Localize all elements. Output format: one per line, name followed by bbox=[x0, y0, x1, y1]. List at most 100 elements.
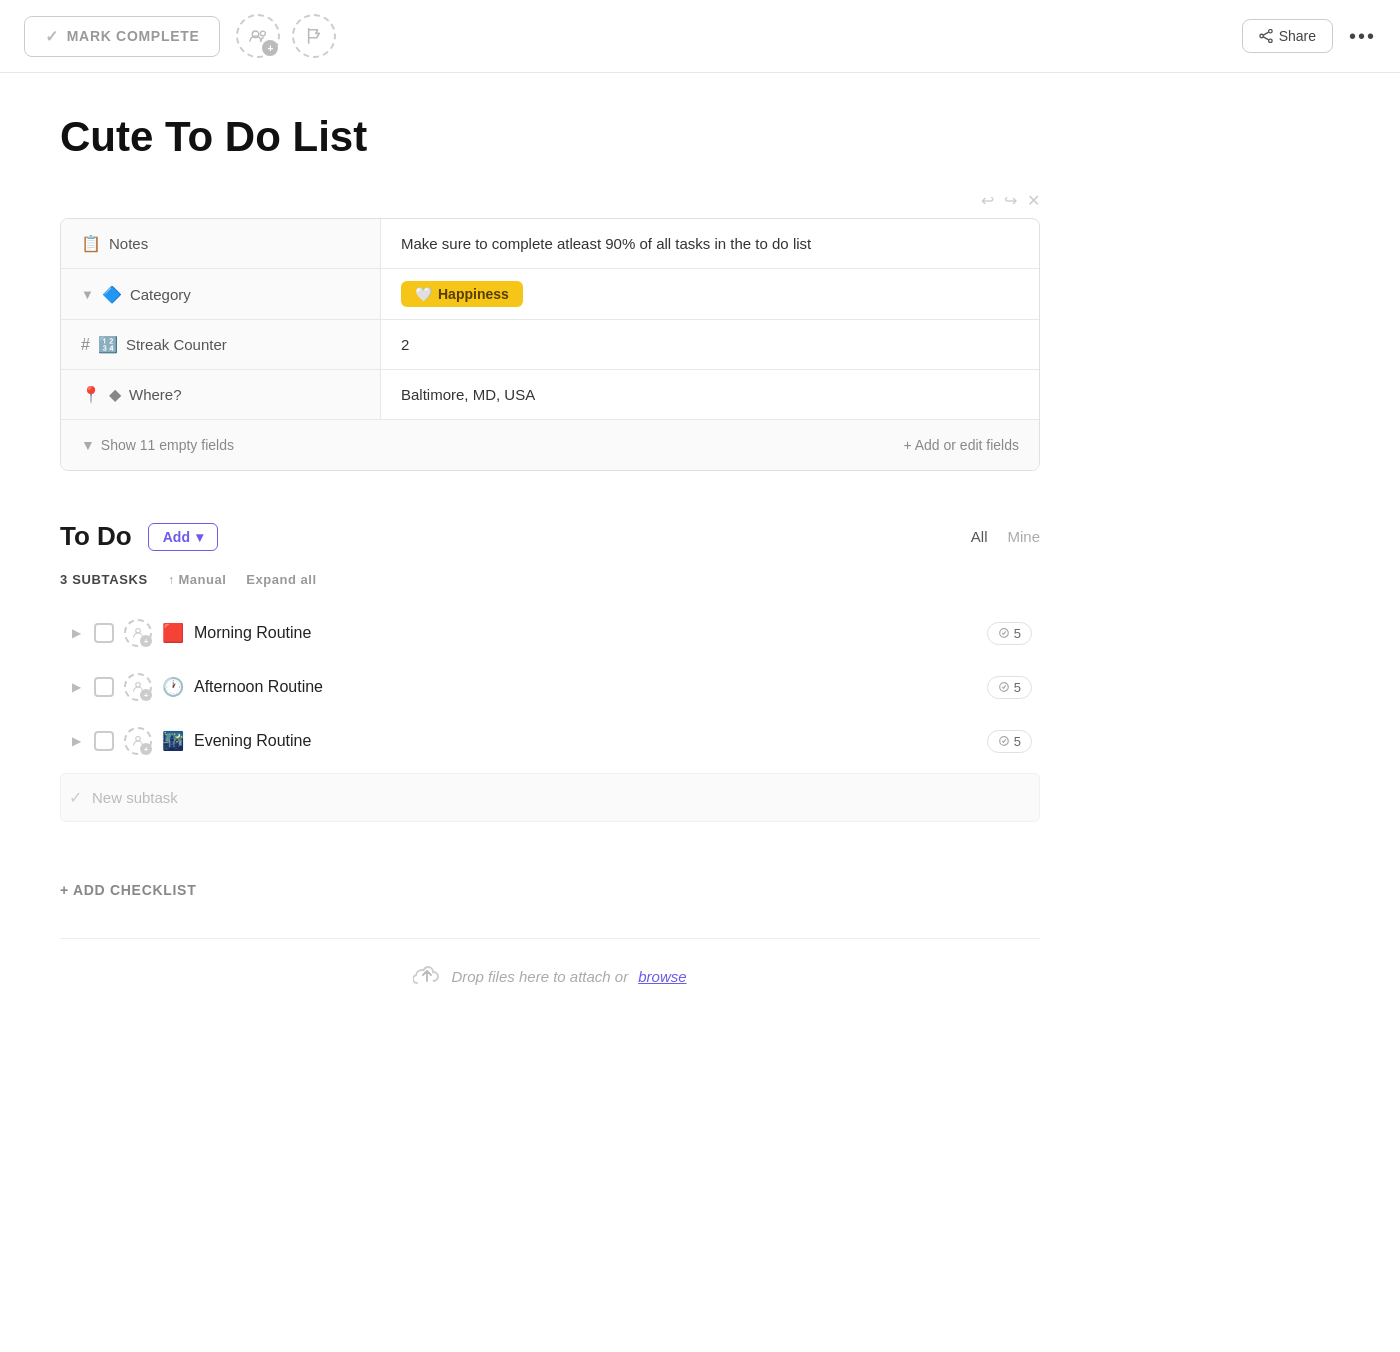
toolbar-right: Share ••• bbox=[1242, 19, 1376, 53]
streak-value[interactable]: 2 bbox=[381, 320, 1039, 369]
share-button[interactable]: Share bbox=[1242, 19, 1333, 53]
fields-table: 📋 Notes Make sure to complete atleast 90… bbox=[60, 218, 1040, 471]
expand-arrow-icon: ▶ bbox=[68, 680, 84, 694]
category-row: ▼ 🔷 Category 🤍 Happiness bbox=[61, 269, 1039, 320]
subtask-item[interactable]: ▶ + 🟥 Morning Routine 5 bbox=[60, 607, 1040, 659]
notes-icon: 📋 bbox=[81, 234, 101, 253]
subtask-icon bbox=[998, 681, 1010, 693]
subtask-emoji: 🌃 bbox=[162, 730, 184, 752]
subtask-name: Afternoon Routine bbox=[194, 678, 977, 696]
plus-icon: + bbox=[140, 689, 152, 701]
subtask-name: Morning Routine bbox=[194, 624, 977, 642]
expand-arrow-icon: ▶ bbox=[68, 734, 84, 748]
field-controls: ↩ ↪ ✕ bbox=[60, 191, 1040, 210]
show-empty-button[interactable]: ▼ Show 11 empty fields bbox=[81, 437, 234, 453]
svg-point-7 bbox=[136, 683, 141, 688]
subtask-badge: 5 bbox=[987, 676, 1032, 699]
subtasks-meta: 3 SUBTASKS ↑ Manual Expand all bbox=[60, 572, 1040, 587]
add-assignee-button[interactable]: + bbox=[236, 14, 280, 58]
notes-row: 📋 Notes Make sure to complete atleast 90… bbox=[61, 219, 1039, 269]
expand-all-button[interactable]: Expand all bbox=[246, 572, 316, 587]
subtask-item[interactable]: ▶ + 🕐 Afternoon Routine 5 bbox=[60, 661, 1040, 713]
svg-point-1 bbox=[261, 31, 266, 36]
toolbar: ✓ MARK COMPLETE + Share bbox=[0, 0, 1400, 73]
plus-icon: + bbox=[140, 635, 152, 647]
svg-point-2 bbox=[1268, 29, 1272, 33]
badge-text: Happiness bbox=[438, 286, 509, 302]
manual-sort-button[interactable]: ↑ Manual bbox=[168, 572, 226, 587]
filter-mine-button[interactable]: Mine bbox=[1007, 528, 1040, 545]
category-label: ▼ 🔷 Category bbox=[61, 269, 381, 319]
badge-emoji: 🤍 bbox=[415, 286, 432, 302]
happiness-badge: 🤍 Happiness bbox=[401, 281, 523, 307]
add-button[interactable]: Add ▾ bbox=[148, 523, 218, 551]
close-icon[interactable]: ✕ bbox=[1027, 191, 1040, 210]
subtask-item[interactable]: ▶ + 🌃 Evening Routine 5 bbox=[60, 715, 1040, 767]
todo-filters: All Mine bbox=[971, 528, 1040, 545]
plus-icon: + bbox=[140, 743, 152, 755]
more-options-button[interactable]: ••• bbox=[1349, 25, 1376, 48]
subtask-count: 5 bbox=[1014, 734, 1021, 749]
streak-label: # 🔢 Streak Counter bbox=[61, 320, 381, 369]
where-row: 📍 ◆ Where? Baltimore, MD, USA bbox=[61, 370, 1039, 420]
diamond-icon: ◆ bbox=[109, 385, 121, 404]
streak-row: # 🔢 Streak Counter 2 bbox=[61, 320, 1039, 370]
category-value[interactable]: 🤍 Happiness bbox=[381, 269, 1039, 319]
add-edit-fields-button[interactable]: + Add or edit fields bbox=[903, 437, 1019, 453]
add-checklist-button[interactable]: + ADD CHECKLIST bbox=[60, 862, 1040, 918]
mark-complete-button[interactable]: ✓ MARK COMPLETE bbox=[24, 16, 220, 57]
flag-button[interactable] bbox=[292, 14, 336, 58]
subtask-name: Evening Routine bbox=[194, 732, 977, 750]
assignee-icon[interactable]: + bbox=[124, 727, 152, 755]
dropdown-icon: ▼ bbox=[81, 287, 94, 302]
streak-icon: 🔢 bbox=[98, 335, 118, 354]
expand-arrow-icon: ▶ bbox=[68, 626, 84, 640]
share-icon bbox=[1259, 29, 1273, 43]
notes-label: 📋 Notes bbox=[61, 219, 381, 268]
svg-point-5 bbox=[136, 629, 141, 634]
undo-icon[interactable]: ↩ bbox=[981, 191, 994, 210]
todo-section: To Do Add ▾ All Mine 3 SUBTASKS ↑ Manual… bbox=[60, 521, 1040, 822]
subtask-checkbox[interactable] bbox=[94, 731, 114, 751]
subtask-checkbox[interactable] bbox=[94, 677, 114, 697]
assignee-icon[interactable]: + bbox=[124, 619, 152, 647]
subtask-checkbox[interactable] bbox=[94, 623, 114, 643]
location-icon: 📍 bbox=[81, 385, 101, 404]
subtask-emoji: 🕐 bbox=[162, 676, 184, 698]
subtask-icon bbox=[998, 735, 1010, 747]
browse-link[interactable]: browse bbox=[638, 968, 686, 985]
subtask-icon bbox=[998, 627, 1010, 639]
svg-point-4 bbox=[1260, 34, 1264, 38]
where-label: 📍 ◆ Where? bbox=[61, 370, 381, 419]
redo-icon[interactable]: ↪ bbox=[1004, 191, 1017, 210]
notes-value[interactable]: Make sure to complete atleast 90% of all… bbox=[381, 219, 1039, 268]
filter-all-button[interactable]: All bbox=[971, 528, 988, 545]
checkmark-icon: ✓ bbox=[45, 27, 59, 46]
flag-icon bbox=[306, 28, 322, 44]
subtask-emoji: 🟥 bbox=[162, 622, 184, 644]
chevron-down-icon: ▾ bbox=[196, 529, 203, 545]
show-empty-row: ▼ Show 11 empty fields + Add or edit fie… bbox=[61, 420, 1039, 470]
drop-zone: Drop files here to attach or browse bbox=[60, 938, 1040, 1013]
svg-point-9 bbox=[136, 737, 141, 742]
subtask-badge: 5 bbox=[987, 730, 1032, 753]
svg-point-3 bbox=[1268, 39, 1272, 43]
todo-header: To Do Add ▾ All Mine bbox=[60, 521, 1040, 552]
where-value[interactable]: Baltimore, MD, USA bbox=[381, 370, 1039, 419]
assignee-icon[interactable]: + bbox=[124, 673, 152, 701]
upload-icon bbox=[413, 963, 441, 989]
toolbar-icons: + bbox=[236, 14, 336, 58]
plus-badge: + bbox=[262, 40, 278, 56]
hash-icon: # bbox=[81, 336, 90, 354]
page-title: Cute To Do List bbox=[60, 113, 1040, 161]
chevron-down-icon: ▼ bbox=[81, 437, 95, 453]
sort-up-icon: ↑ bbox=[168, 573, 175, 587]
category-icon: 🔷 bbox=[102, 285, 122, 304]
new-subtask-row[interactable]: ✓ New subtask bbox=[60, 773, 1040, 822]
subtask-badge: 5 bbox=[987, 622, 1032, 645]
subtask-list: ▶ + 🟥 Morning Routine 5 bbox=[60, 607, 1040, 822]
main-content: Cute To Do List ↩ ↪ ✕ 📋 Notes Make sure … bbox=[0, 73, 1100, 1053]
subtasks-count: 3 SUBTASKS bbox=[60, 572, 148, 587]
subtask-count: 5 bbox=[1014, 680, 1021, 695]
checkmark-icon: ✓ bbox=[69, 788, 82, 807]
